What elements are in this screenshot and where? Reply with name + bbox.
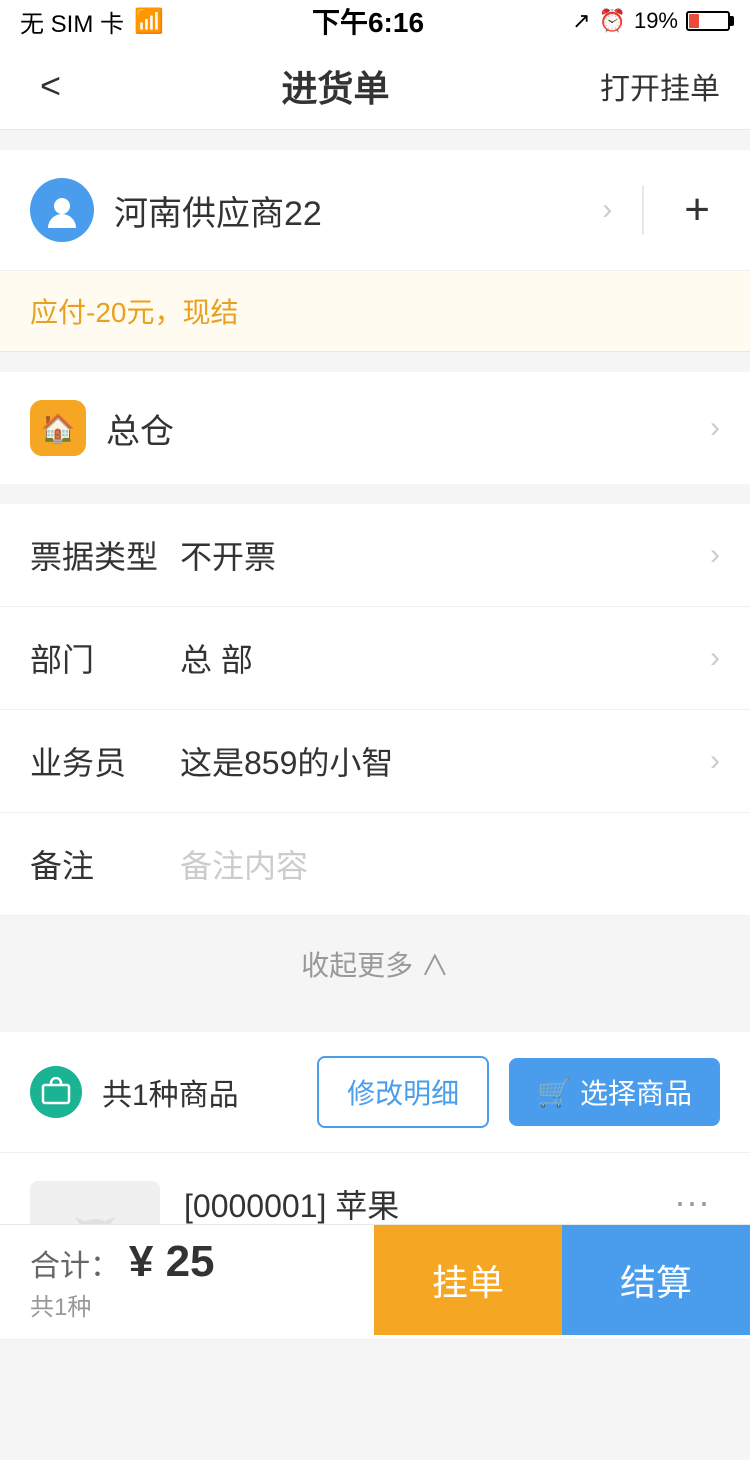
supplier-name: 河南供应商22 [114, 186, 602, 235]
warehouse-name: 总仓 [106, 404, 710, 453]
warehouse-icon: 🏠 [30, 400, 86, 456]
salesman-value: 这是859的小智 [180, 738, 710, 784]
products-header: 共1种商品 修改明细 🛒 选择商品 [0, 1032, 750, 1153]
invoice-chevron-icon: › [710, 538, 720, 572]
battery-label: 19% [634, 8, 678, 34]
product-code: [0000001] 苹果 [184, 1188, 399, 1224]
form-section: 票据类型 不开票 › 部门 总 部 › 业务员 这是859的小智 › 备注 备注… [0, 504, 750, 916]
nav-bar: < 进货单 打开挂单 [0, 42, 750, 130]
department-row[interactable]: 部门 总 部 › [0, 607, 750, 710]
warehouse-row[interactable]: 🏠 总仓 › [0, 372, 750, 484]
total-row: 合计： ¥ 25 [30, 1237, 344, 1287]
edit-detail-button[interactable]: 修改明细 [317, 1056, 489, 1128]
battery-icon [686, 11, 730, 31]
salesman-row[interactable]: 业务员 这是859的小智 › [0, 710, 750, 813]
section-gap-4 [0, 1012, 750, 1032]
warehouse-chevron-icon: › [710, 411, 720, 445]
remark-label: 备注 [30, 841, 180, 887]
product-menu-button[interactable]: ··· [664, 1181, 720, 1223]
total-label: 合计： [30, 1250, 120, 1283]
status-bar: 无 SIM 卡 📶 下午6:16 ↗ ⏰ 19% [0, 0, 750, 42]
open-hold-button[interactable]: 打开挂单 [600, 64, 720, 108]
supplier-row[interactable]: 河南供应商22 › + [0, 150, 750, 271]
wifi-icon: 📶 [134, 7, 164, 36]
department-value: 总 部 [180, 635, 710, 681]
product-name: [0000001] 苹果 [184, 1181, 664, 1227]
invoice-type-value: 不开票 [180, 532, 710, 578]
section-gap-2 [0, 352, 750, 372]
select-product-button[interactable]: 🛒 选择商品 [509, 1058, 720, 1126]
invoice-type-row[interactable]: 票据类型 不开票 › [0, 504, 750, 607]
total-section: 合计： ¥ 25 共1种 [0, 1237, 374, 1322]
remark-row[interactable]: 备注 备注内容 [0, 813, 750, 916]
products-count: 共1种商品 [102, 1070, 317, 1114]
invoice-type-label: 票据类型 [30, 532, 180, 578]
status-left: 无 SIM 卡 📶 [20, 4, 164, 39]
supplier-avatar [30, 178, 94, 242]
remark-input[interactable]: 备注内容 [180, 841, 720, 887]
status-right: ↗ ⏰ 19% [572, 8, 730, 34]
total-count: 共1种 [30, 1287, 344, 1322]
cart-icon: 🛒 [537, 1076, 572, 1109]
department-label: 部门 [30, 635, 180, 681]
supplier-chevron-icon: › [602, 193, 612, 227]
salesman-label: 业务员 [30, 738, 180, 784]
status-time: 下午6:16 [312, 1, 424, 41]
settle-button[interactable]: 结算 [562, 1225, 750, 1335]
add-supplier-button[interactable]: + [674, 185, 720, 235]
alarm-icon: ⏰ [599, 8, 626, 34]
collapse-row[interactable]: 收起更多 ∧ [0, 916, 750, 1012]
back-button[interactable]: < [30, 55, 71, 117]
bottom-bar: 合计： ¥ 25 共1种 挂单 结算 [0, 1224, 750, 1334]
carrier-label: 无 SIM 卡 [20, 4, 124, 39]
page-title: 进货单 [282, 60, 390, 112]
payment-notice: 应付-20元，现结 [0, 271, 750, 352]
bottom-spacer [0, 1340, 750, 1460]
hold-button[interactable]: 挂单 [374, 1225, 562, 1335]
salesman-chevron-icon: › [710, 744, 720, 778]
supplier-section: 河南供应商22 › + 应付-20元，现结 [0, 150, 750, 352]
department-chevron-icon: › [710, 641, 720, 675]
section-gap-3 [0, 484, 750, 504]
section-gap-1 [0, 130, 750, 150]
supplier-divider [642, 185, 644, 235]
products-icon [30, 1066, 82, 1118]
location-icon: ↗ [572, 8, 590, 34]
total-amount: ¥ 25 [129, 1237, 215, 1286]
warehouse-section: 🏠 总仓 › [0, 372, 750, 484]
